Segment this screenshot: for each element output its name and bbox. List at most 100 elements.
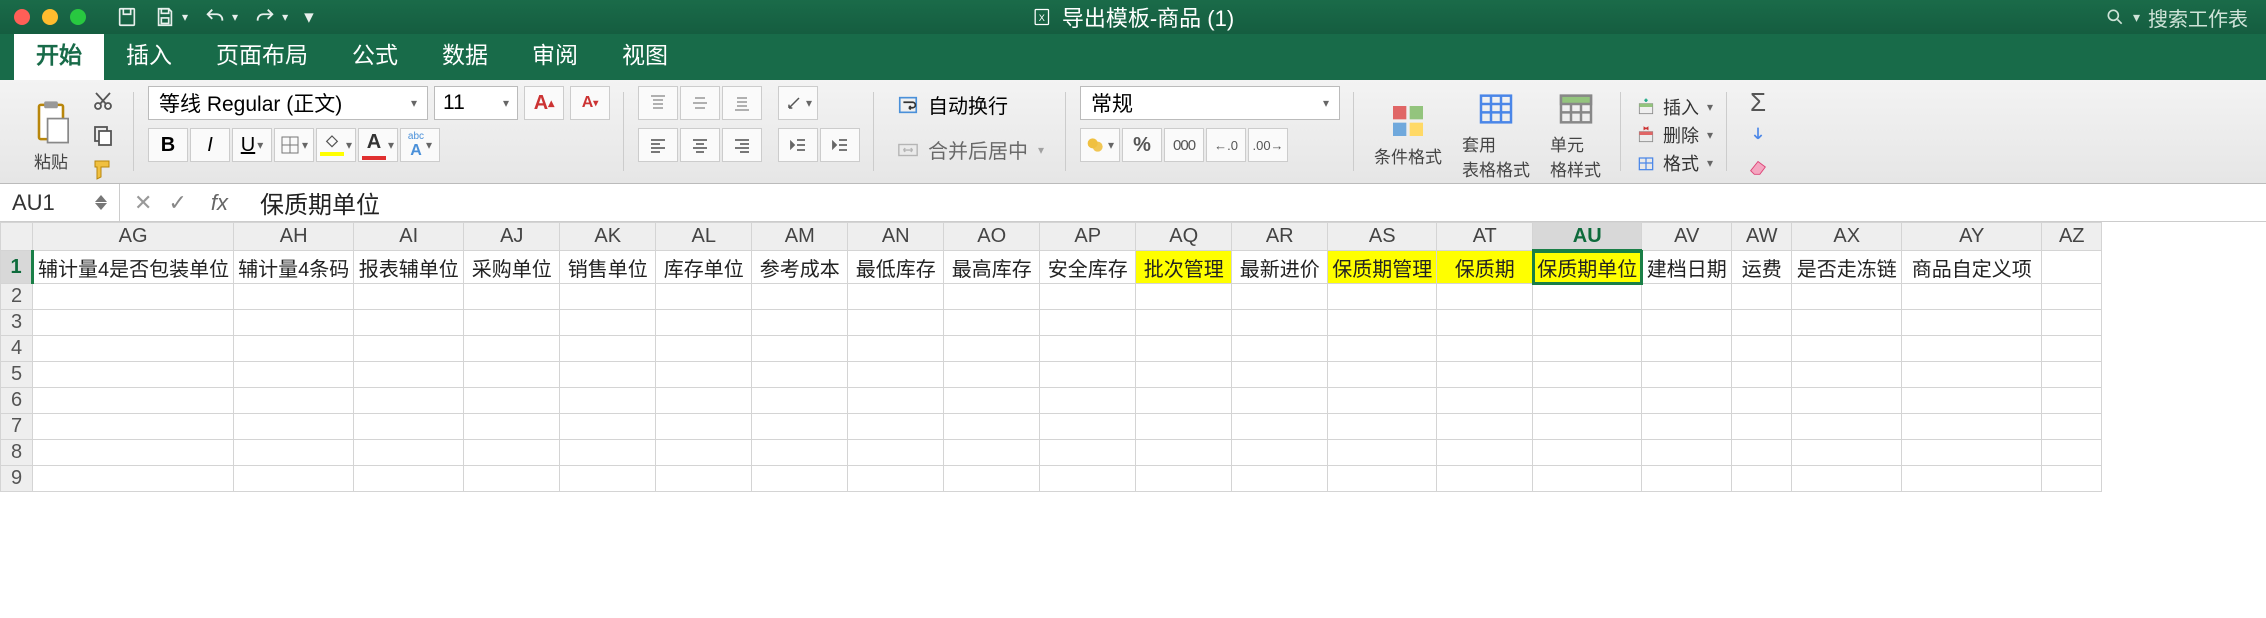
- column-header[interactable]: AI: [354, 223, 464, 251]
- fill-icon[interactable]: [1741, 120, 1775, 150]
- cell[interactable]: [1136, 284, 1232, 310]
- cell[interactable]: [848, 466, 944, 492]
- fx-icon[interactable]: fx: [203, 190, 236, 216]
- select-all-corner[interactable]: [1, 223, 33, 251]
- cell[interactable]: [1792, 284, 1902, 310]
- cell[interactable]: [1732, 310, 1792, 336]
- cell[interactable]: [1232, 414, 1328, 440]
- cell[interactable]: [1732, 336, 1792, 362]
- cell[interactable]: [560, 414, 656, 440]
- row-header[interactable]: 7: [1, 414, 33, 440]
- cell[interactable]: [752, 440, 848, 466]
- formula-input[interactable]: 保质期单位: [250, 185, 2266, 220]
- format-cells-button[interactable]: 格式▾: [1635, 150, 1713, 176]
- cell[interactable]: [1328, 310, 1437, 336]
- cell[interactable]: [1902, 388, 2042, 414]
- cut-icon[interactable]: [86, 86, 120, 116]
- cell[interactable]: [1902, 362, 2042, 388]
- cell[interactable]: [234, 388, 354, 414]
- cell[interactable]: [656, 440, 752, 466]
- column-header[interactable]: AT: [1437, 223, 1533, 251]
- cell[interactable]: [848, 284, 944, 310]
- cell[interactable]: [33, 362, 234, 388]
- cell[interactable]: [2042, 388, 2102, 414]
- cell[interactable]: [1902, 310, 2042, 336]
- column-header[interactable]: AU: [1533, 223, 1642, 251]
- align-middle-icon[interactable]: [680, 86, 720, 120]
- increase-font-icon[interactable]: A▴: [524, 86, 564, 120]
- minimize-window-button[interactable]: [42, 9, 58, 25]
- merge-center-button[interactable]: 合并后居中▾: [888, 131, 1052, 168]
- spreadsheet-grid[interactable]: AGAHAIAJAKALAMANAOAPAQARASATAUAVAWAXAYAZ…: [0, 222, 2266, 492]
- tab-view[interactable]: 视图: [600, 26, 690, 80]
- cell[interactable]: [1792, 388, 1902, 414]
- cell[interactable]: [1437, 310, 1533, 336]
- cell[interactable]: [1328, 284, 1437, 310]
- cell[interactable]: [1232, 310, 1328, 336]
- cell[interactable]: 库存单位: [656, 251, 752, 284]
- orientation-icon[interactable]: ▾: [778, 86, 818, 120]
- qat-customize-icon[interactable]: ▾: [304, 6, 314, 29]
- cell[interactable]: [560, 310, 656, 336]
- cell[interactable]: [1040, 362, 1136, 388]
- cell[interactable]: [1732, 388, 1792, 414]
- row-header[interactable]: 5: [1, 362, 33, 388]
- cell[interactable]: [464, 466, 560, 492]
- cell[interactable]: [1732, 440, 1792, 466]
- cell[interactable]: [464, 440, 560, 466]
- cell[interactable]: [234, 466, 354, 492]
- cell[interactable]: [354, 440, 464, 466]
- align-bottom-icon[interactable]: [722, 86, 762, 120]
- cell[interactable]: [2042, 284, 2102, 310]
- cell[interactable]: [944, 466, 1040, 492]
- cell[interactable]: [2042, 466, 2102, 492]
- cell[interactable]: [1136, 336, 1232, 362]
- delete-cells-button[interactable]: 删除▾: [1635, 122, 1713, 148]
- cell[interactable]: [1136, 388, 1232, 414]
- tab-formulas[interactable]: 公式: [330, 26, 420, 80]
- cell[interactable]: 是否走冻链: [1792, 251, 1902, 284]
- phonetic-button[interactable]: abcA▾: [400, 128, 440, 162]
- cell[interactable]: [1792, 414, 1902, 440]
- cell[interactable]: [752, 284, 848, 310]
- row-header[interactable]: 8: [1, 440, 33, 466]
- bold-button[interactable]: B: [148, 128, 188, 162]
- cell[interactable]: [1437, 284, 1533, 310]
- cell[interactable]: [752, 466, 848, 492]
- align-center-icon[interactable]: [680, 128, 720, 162]
- cell[interactable]: [848, 362, 944, 388]
- cell[interactable]: [2042, 362, 2102, 388]
- format-painter-icon[interactable]: [86, 154, 120, 184]
- font-color-button[interactable]: A▾: [358, 128, 398, 162]
- cell[interactable]: 最高库存: [944, 251, 1040, 284]
- cell[interactable]: [1437, 466, 1533, 492]
- cell[interactable]: [234, 414, 354, 440]
- cell[interactable]: 安全库存: [1040, 251, 1136, 284]
- cell[interactable]: 保质期: [1437, 251, 1533, 284]
- cell[interactable]: [1232, 466, 1328, 492]
- column-header[interactable]: AR: [1232, 223, 1328, 251]
- close-window-button[interactable]: [14, 9, 30, 25]
- cell[interactable]: [1437, 336, 1533, 362]
- cell[interactable]: [1232, 388, 1328, 414]
- column-header[interactable]: AO: [944, 223, 1040, 251]
- row-header[interactable]: 4: [1, 336, 33, 362]
- number-format-select[interactable]: 常规▾: [1080, 86, 1340, 120]
- cell[interactable]: [752, 388, 848, 414]
- row-header[interactable]: 6: [1, 388, 33, 414]
- cell[interactable]: 保质期管理: [1328, 251, 1437, 284]
- insert-cells-button[interactable]: 插入▾: [1635, 94, 1713, 120]
- cell[interactable]: [1533, 362, 1642, 388]
- cell[interactable]: [464, 284, 560, 310]
- cell[interactable]: [560, 362, 656, 388]
- cell[interactable]: 批次管理: [1136, 251, 1232, 284]
- cell[interactable]: [752, 362, 848, 388]
- align-top-icon[interactable]: [638, 86, 678, 120]
- column-header[interactable]: AJ: [464, 223, 560, 251]
- search-sheet[interactable]: ▾ 搜索工作表: [2105, 3, 2266, 32]
- cell[interactable]: 建档日期: [1642, 251, 1732, 284]
- cell[interactable]: [1437, 362, 1533, 388]
- cell[interactable]: [944, 362, 1040, 388]
- qat-redo-icon[interactable]: ▾: [254, 6, 288, 28]
- cell[interactable]: [560, 388, 656, 414]
